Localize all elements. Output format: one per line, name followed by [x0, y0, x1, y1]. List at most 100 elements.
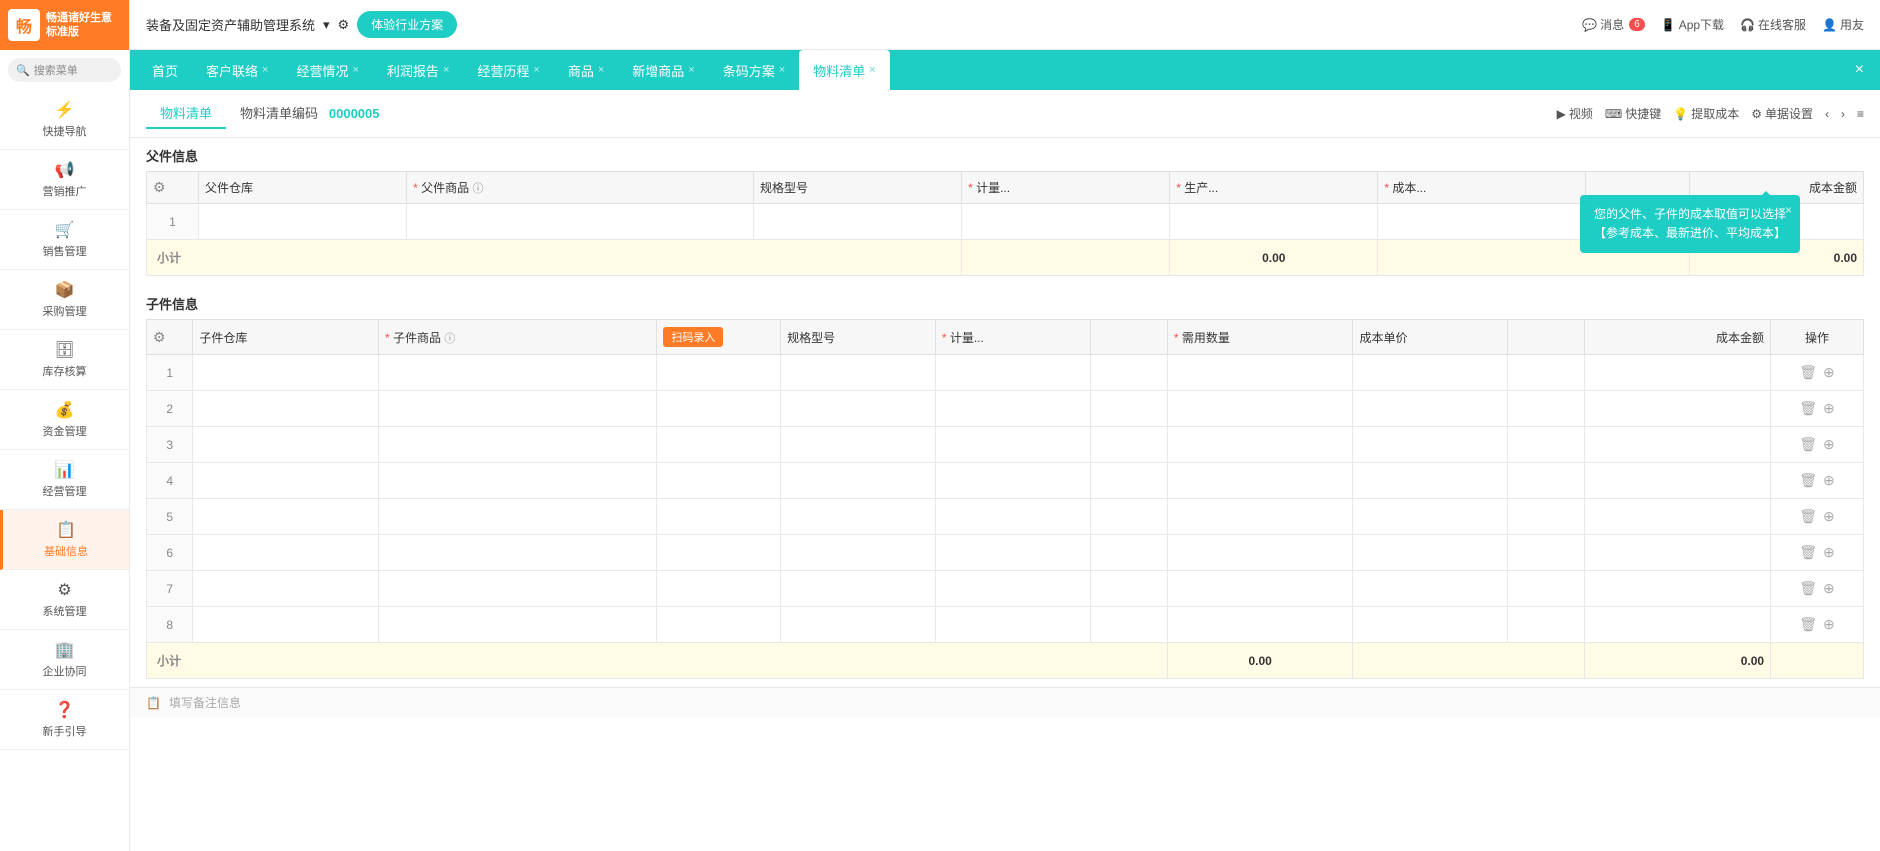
child-row-1-product[interactable]: [379, 355, 657, 391]
shortcut-action[interactable]: ⌨ 快捷键: [1605, 105, 1661, 122]
sidebar-item-sales[interactable]: 🛒 销售管理: [0, 210, 129, 270]
child-row-5-unit-cost[interactable]: [1353, 499, 1508, 535]
child-gear-icon[interactable]: ⚙: [153, 329, 166, 345]
child-row-8-unit-cost[interactable]: [1353, 607, 1508, 643]
child-row-1-unit-cost[interactable]: [1353, 355, 1508, 391]
child-row-3-unit-cost[interactable]: [1353, 427, 1508, 463]
child-row-7-spec[interactable]: [781, 571, 936, 607]
close-product-tab-icon[interactable]: ×: [598, 64, 604, 76]
close-history-tab-icon[interactable]: ×: [533, 64, 539, 76]
child-row-6-unit[interactable]: [935, 535, 1090, 571]
dropdown-arrow-icon[interactable]: ▾: [323, 17, 330, 33]
tab-barcode[interactable]: 条码方案 ×: [709, 50, 799, 90]
tab-operations[interactable]: 经营情况 ×: [282, 50, 372, 90]
child-row-6-qty[interactable]: [1167, 535, 1353, 571]
child-row-8-warehouse[interactable]: [193, 607, 379, 643]
sidebar-item-system[interactable]: ⚙ 系统管理: [0, 570, 129, 630]
delete-row-1-icon[interactable]: 🗑: [1799, 364, 1817, 381]
parent-row-1-spec[interactable]: [753, 204, 961, 240]
parent-row-1-unit[interactable]: [962, 204, 1170, 240]
child-row-3-warehouse[interactable]: [193, 427, 379, 463]
prev-arrow[interactable]: ‹: [1825, 107, 1829, 121]
child-row-1-spec[interactable]: [781, 355, 936, 391]
child-row-8-unit[interactable]: [935, 607, 1090, 643]
delete-row-3-icon[interactable]: 🗑: [1799, 436, 1817, 453]
child-row-7-unit[interactable]: [935, 571, 1090, 607]
tab-profit[interactable]: 利润报告 ×: [373, 50, 463, 90]
copy-row-7-icon[interactable]: ⊕: [1823, 580, 1835, 597]
parent-row-1-production[interactable]: [1170, 204, 1378, 240]
child-row-7-warehouse[interactable]: [193, 571, 379, 607]
child-row-7-qty[interactable]: [1167, 571, 1353, 607]
child-row-3-spec[interactable]: [781, 427, 936, 463]
sidebar-item-finance[interactable]: 💰 资金管理: [0, 390, 129, 450]
sub-tab-bom[interactable]: 物料清单: [146, 98, 226, 129]
parent-row-1-product[interactable]: [407, 204, 754, 240]
child-row-2-unit-cost[interactable]: [1353, 391, 1508, 427]
child-row-4-spec[interactable]: [781, 463, 936, 499]
child-row-2-unit[interactable]: [935, 391, 1090, 427]
sidebar-item-inventory[interactable]: 🗄 库存核算: [0, 330, 129, 390]
scan-input-button[interactable]: 扫码录入: [663, 327, 723, 347]
next-arrow[interactable]: ›: [1841, 107, 1845, 121]
close-bom-tab-icon[interactable]: ×: [869, 64, 875, 76]
close-customer-tab-icon[interactable]: ×: [262, 64, 268, 76]
copy-row-2-icon[interactable]: ⊕: [1823, 400, 1835, 417]
child-row-7-product[interactable]: [379, 571, 657, 607]
copy-row-6-icon[interactable]: ⊕: [1823, 544, 1835, 561]
trial-button[interactable]: 体验行业方案: [357, 11, 457, 38]
copy-row-1-icon[interactable]: ⊕: [1823, 364, 1835, 381]
tab-bom[interactable]: 物料清单 ×: [799, 50, 889, 90]
child-row-5-qty[interactable]: [1167, 499, 1353, 535]
close-operations-tab-icon[interactable]: ×: [352, 64, 358, 76]
child-row-4-warehouse[interactable]: [193, 463, 379, 499]
child-row-7-unit-cost[interactable]: [1353, 571, 1508, 607]
child-row-3-unit[interactable]: [935, 427, 1090, 463]
tab-product[interactable]: 商品 ×: [554, 50, 618, 90]
sidebar-item-purchase[interactable]: 📦 采购管理: [0, 270, 129, 330]
tab-history[interactable]: 经营历程 ×: [463, 50, 553, 90]
child-row-1-qty[interactable]: [1167, 355, 1353, 391]
app-download-button[interactable]: 📱 App下载: [1661, 16, 1724, 33]
child-row-5-unit[interactable]: [935, 499, 1090, 535]
tab-new-product[interactable]: 新增商品 ×: [618, 50, 708, 90]
delete-row-6-icon[interactable]: 🗑: [1799, 544, 1817, 561]
delete-row-2-icon[interactable]: 🗑: [1799, 400, 1817, 417]
child-row-2-spec[interactable]: [781, 391, 936, 427]
copy-row-3-icon[interactable]: ⊕: [1823, 436, 1835, 453]
online-support-button[interactable]: 🎧 在线客服: [1740, 16, 1806, 33]
child-row-4-unit-cost[interactable]: [1353, 463, 1508, 499]
parent-row-1-cost[interactable]: [1378, 204, 1586, 240]
child-row-4-qty[interactable]: [1167, 463, 1353, 499]
close-new-product-tab-icon[interactable]: ×: [688, 64, 694, 76]
message-button[interactable]: 💬 消息 6: [1582, 16, 1645, 33]
child-row-6-spec[interactable]: [781, 535, 936, 571]
copy-row-8-icon[interactable]: ⊕: [1823, 616, 1835, 633]
child-row-6-warehouse[interactable]: [193, 535, 379, 571]
doc-settings-action[interactable]: ⚙ 单据设置: [1751, 105, 1813, 122]
delete-row-4-icon[interactable]: 🗑: [1799, 472, 1817, 489]
child-row-1-warehouse[interactable]: [193, 355, 379, 391]
child-row-8-product[interactable]: [379, 607, 657, 643]
sidebar-item-quick-nav[interactable]: ⚡ 快捷导航: [0, 90, 129, 150]
child-row-2-product[interactable]: [379, 391, 657, 427]
sub-tab-bom-code[interactable]: 物料清单编码 0000005: [226, 98, 393, 129]
menu-icon[interactable]: ≡: [1857, 107, 1864, 121]
delete-row-7-icon[interactable]: 🗑: [1799, 580, 1817, 597]
child-row-8-spec[interactable]: [781, 607, 936, 643]
child-row-2-qty[interactable]: [1167, 391, 1353, 427]
tab-home[interactable]: 首页: [138, 50, 192, 90]
child-row-2-warehouse[interactable]: [193, 391, 379, 427]
child-row-4-product[interactable]: [379, 463, 657, 499]
sidebar-item-basic-info[interactable]: 📋 基础信息: [0, 510, 129, 570]
tab-customer[interactable]: 客户联络 ×: [192, 50, 282, 90]
delete-row-5-icon[interactable]: 🗑: [1799, 508, 1817, 525]
sidebar-item-marketing[interactable]: 📢 营销推广: [0, 150, 129, 210]
sidebar-item-enterprise[interactable]: 🏢 企业协同: [0, 630, 129, 690]
child-row-3-product[interactable]: [379, 427, 657, 463]
child-row-6-product[interactable]: [379, 535, 657, 571]
child-row-3-qty[interactable]: [1167, 427, 1353, 463]
child-row-5-spec[interactable]: [781, 499, 936, 535]
extract-cost-action[interactable]: 💡 提取成本: [1673, 105, 1739, 122]
child-row-1-unit[interactable]: [935, 355, 1090, 391]
